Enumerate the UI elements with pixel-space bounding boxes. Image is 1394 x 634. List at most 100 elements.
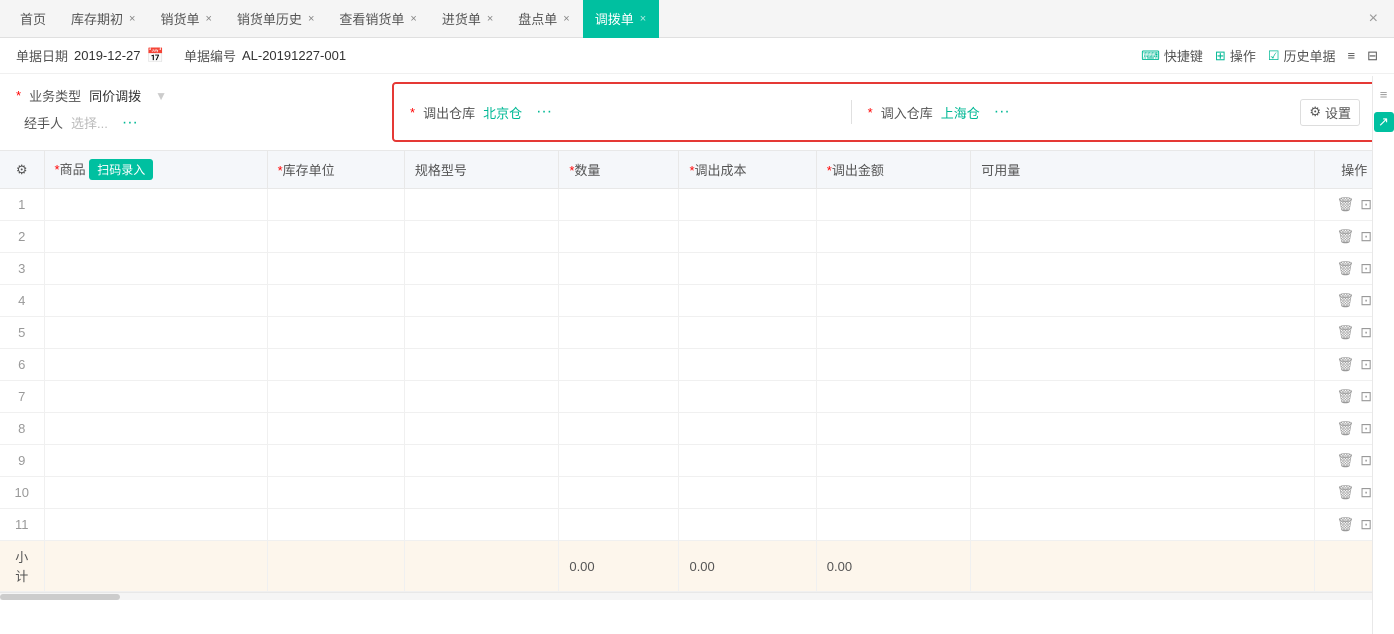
delete-icon[interactable]: 🗑 [1336,452,1354,469]
delete-icon[interactable]: 🗑 [1336,356,1354,373]
col-settings[interactable]: ⚙ [0,151,44,189]
goods-cell[interactable] [44,285,267,317]
spec-cell[interactable] [404,381,558,413]
qty-cell[interactable] [559,253,679,285]
spec-cell[interactable] [404,317,558,349]
copy-icon[interactable]: ⊡ [1360,356,1372,373]
amount-cell[interactable] [816,413,970,445]
copy-icon[interactable]: ⊡ [1360,452,1372,469]
delete-icon[interactable]: 🗑 [1336,324,1354,341]
settings-button[interactable]: ⚙ 设置 [1300,99,1360,126]
cost-cell[interactable] [679,509,816,541]
qty-cell[interactable] [559,413,679,445]
qty-cell[interactable] [559,317,679,349]
amount-cell[interactable] [816,285,970,317]
copy-icon[interactable]: ⊡ [1360,420,1372,437]
unit-cell[interactable] [267,477,404,509]
spec-cell[interactable] [404,221,558,253]
amount-cell[interactable] [816,349,970,381]
goods-cell[interactable] [44,317,267,349]
spec-cell[interactable] [404,253,558,285]
avail-cell[interactable] [971,477,1314,509]
tab-sales-history[interactable]: 销货单历史 × [225,0,327,38]
goods-cell[interactable] [44,381,267,413]
scrollbar-area[interactable] [0,592,1394,600]
copy-icon[interactable]: ⊡ [1360,388,1372,405]
tab-purchase[interactable]: 进货单 × [430,0,506,38]
warehouse-in-more[interactable]: ··· [994,103,1010,121]
warehouse-out-more[interactable]: ··· [536,103,552,121]
goods-cell[interactable] [44,445,267,477]
spec-cell[interactable] [404,189,558,221]
delete-icon[interactable]: 🗑 [1336,292,1354,309]
close-all-tabs[interactable]: × [1361,6,1386,32]
avail-cell[interactable] [971,349,1314,381]
tab-home[interactable]: 首页 [8,0,59,38]
delete-icon[interactable]: 🗑 [1336,260,1354,277]
avail-cell[interactable] [971,253,1314,285]
scan-button[interactable]: 扫码录入 [89,159,153,180]
avail-cell[interactable] [971,381,1314,413]
tab-view-sales[interactable]: 查看销货单 × [327,0,429,38]
tab-close-purchase[interactable]: × [487,13,493,25]
shortcuts-button[interactable]: ⌨ 快捷键 [1141,46,1203,65]
scrollbar-thumb[interactable] [0,594,120,600]
goods-cell[interactable] [44,349,267,381]
delete-icon[interactable]: 🗑 [1336,516,1354,533]
unit-cell[interactable] [267,509,404,541]
side-export-btn[interactable]: ↗ [1374,112,1394,132]
tab-sales[interactable]: 销货单 × [148,0,224,38]
avail-cell[interactable] [971,317,1314,349]
qty-cell[interactable] [559,221,679,253]
calendar-icon[interactable]: 📅 [147,47,164,64]
goods-cell[interactable] [44,413,267,445]
delete-icon[interactable]: 🗑 [1336,388,1354,405]
tab-close-transfer[interactable]: × [640,13,646,25]
unit-cell[interactable] [267,381,404,413]
copy-icon[interactable]: ⊡ [1360,292,1372,309]
unit-cell[interactable] [267,253,404,285]
unit-cell[interactable] [267,189,404,221]
spec-cell[interactable] [404,349,558,381]
business-type-dropdown[interactable]: ▼ [155,89,167,103]
unit-cell[interactable] [267,413,404,445]
tab-close-sales-history[interactable]: × [308,13,314,25]
history-button[interactable]: ☑ 历史单据 [1268,46,1336,65]
copy-icon[interactable]: ⊡ [1360,196,1372,213]
unit-cell[interactable] [267,221,404,253]
amount-cell[interactable] [816,381,970,413]
spec-cell[interactable] [404,285,558,317]
qty-cell[interactable] [559,445,679,477]
goods-cell[interactable] [44,253,267,285]
tab-close-inventory-init[interactable]: × [129,13,135,25]
cost-cell[interactable] [679,221,816,253]
qty-cell[interactable] [559,477,679,509]
spec-cell[interactable] [404,477,558,509]
copy-icon[interactable]: ⊡ [1360,516,1372,533]
person-placeholder[interactable]: 选择... [71,113,108,132]
amount-cell[interactable] [816,445,970,477]
avail-cell[interactable] [971,221,1314,253]
tab-close-stocktake[interactable]: × [563,13,569,25]
cost-cell[interactable] [679,413,816,445]
avail-cell[interactable] [971,445,1314,477]
goods-cell[interactable] [44,477,267,509]
cost-cell[interactable] [679,381,816,413]
side-list-btn[interactable]: ≡ [1374,84,1394,104]
amount-cell[interactable] [816,221,970,253]
goods-cell[interactable] [44,221,267,253]
qty-cell[interactable] [559,509,679,541]
qty-cell[interactable] [559,349,679,381]
cost-cell[interactable] [679,189,816,221]
copy-icon[interactable]: ⊡ [1360,260,1372,277]
cost-cell[interactable] [679,477,816,509]
copy-icon[interactable]: ⊡ [1360,324,1372,341]
amount-cell[interactable] [816,189,970,221]
goods-cell[interactable] [44,509,267,541]
grid-view-button[interactable]: ⊟ [1367,48,1378,64]
unit-cell[interactable] [267,285,404,317]
tab-stocktake[interactable]: 盘点单 × [506,0,582,38]
goods-cell[interactable] [44,189,267,221]
tab-close-sales[interactable]: × [205,13,211,25]
amount-cell[interactable] [816,509,970,541]
